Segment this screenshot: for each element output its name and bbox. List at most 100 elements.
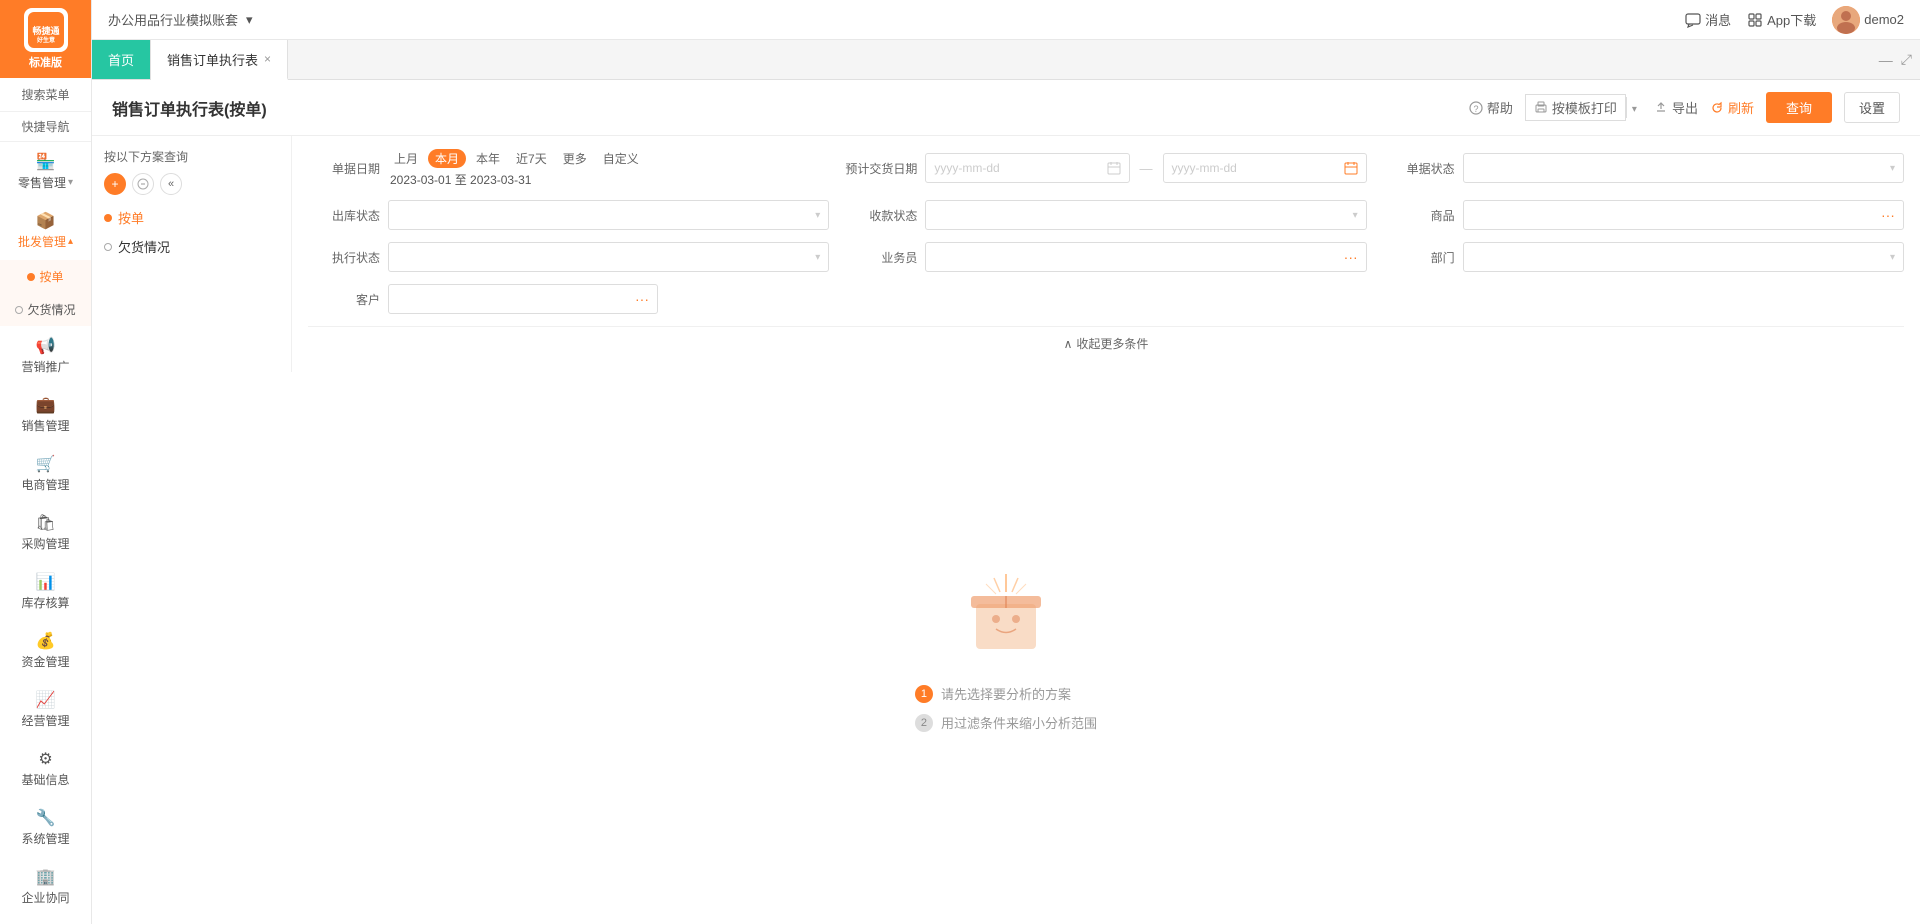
sidebar-logo[interactable]: 畅捷通 好生意 标准版 xyxy=(0,0,91,78)
sidebar-item-basic[interactable]: ⚙ 基础信息 xyxy=(0,739,91,798)
salesperson-input[interactable]: ··· xyxy=(925,242,1366,272)
field-customer: 客户 ··· xyxy=(308,284,658,314)
customer-input[interactable]: ··· xyxy=(388,284,658,314)
order-status-select[interactable]: ▾ xyxy=(1463,153,1904,183)
sidebar-item-ecommerce-label: 电商管理 xyxy=(21,476,69,493)
breadcrumb-dropdown-icon[interactable]: ▾ xyxy=(246,12,253,28)
date-start-placeholder: yyyy-mm-dd xyxy=(934,161,999,175)
calendar-end-icon xyxy=(1344,161,1358,175)
step-1-text: 请先选择要分析的方案 xyxy=(941,684,1071,703)
tab-home[interactable]: 首页 xyxy=(92,40,151,79)
topbar-left: 办公用品行业模拟账套 ▾ xyxy=(108,10,253,29)
expected-date-start-input[interactable]: yyyy-mm-dd xyxy=(925,153,1129,183)
sidebar-item-marketing[interactable]: 📢 营销推广 xyxy=(0,326,91,385)
sidebar-item-enterprise[interactable]: 🏢 企业协同 xyxy=(0,857,91,916)
help-label: 帮助 xyxy=(1487,98,1513,117)
payment-status-select[interactable]: ▾ xyxy=(925,200,1366,230)
delivery-status-select[interactable]: ▾ xyxy=(388,200,829,230)
empty-illustration xyxy=(956,564,1056,664)
sidebar-item-newbie[interactable]: 🎯 新手引导 xyxy=(0,916,91,924)
sidebar-item-purchase[interactable]: 🛍 采购管理 xyxy=(0,503,91,562)
sidebar-item-business[interactable]: 📈 经营管理 xyxy=(0,680,91,739)
sidebar-item-retail[interactable]: 🏪 零售管理 ▾ xyxy=(0,142,91,201)
sidebar-item-wholesale-label: 批发管理 xyxy=(18,233,66,250)
tab-close-icon[interactable]: × xyxy=(264,52,271,66)
expected-date-end-input[interactable]: yyyy-mm-dd xyxy=(1163,153,1367,183)
step-1-num: 1 xyxy=(915,685,933,703)
date-this-year-btn[interactable]: 本年 xyxy=(470,148,506,169)
sidebar-search-btn[interactable]: 搜索菜单 xyxy=(0,78,91,112)
date-this-month-btn[interactable]: 本月 xyxy=(428,149,466,168)
help-icon: ? xyxy=(1469,101,1483,115)
customer-label: 客户 xyxy=(308,291,380,308)
filter-row-4: 客户 ··· xyxy=(308,284,1904,314)
sidebar-item-finance[interactable]: 💰 资金管理 xyxy=(0,621,91,680)
date-more-btn[interactable]: 更多 xyxy=(557,148,593,169)
sidebar-item-enterprise-label: 企业协同 xyxy=(21,889,69,906)
date-prev-month-btn[interactable]: 上月 xyxy=(388,148,424,169)
add-scheme-btn[interactable]: + xyxy=(104,173,126,195)
refresh-icon xyxy=(1710,101,1724,115)
sidebar-sub-item-debt[interactable]: 欠货情况 xyxy=(0,293,91,326)
app-download-label: App下载 xyxy=(1767,10,1816,29)
help-btn[interactable]: ? 帮助 xyxy=(1469,98,1513,117)
department-select[interactable]: ▾ xyxy=(1463,242,1904,272)
wholesale-chevron-icon: ▴ xyxy=(68,236,73,247)
filter-scheme-title: 按以下方案查询 xyxy=(104,148,279,165)
add-icon: + xyxy=(111,177,118,191)
tab-sales-order-label: 销售订单执行表 xyxy=(167,50,258,69)
scheme-item-debt[interactable]: 欠货情况 xyxy=(104,232,279,261)
tab-actions: — ⤢ xyxy=(1871,40,1920,79)
export-btn[interactable]: 导出 xyxy=(1654,98,1698,117)
step-2-num: 2 xyxy=(915,714,933,732)
avatar xyxy=(1832,6,1860,34)
goods-dots-icon[interactable]: ··· xyxy=(1881,207,1895,223)
print-btn-group: 按模板打印 ▾ xyxy=(1525,94,1642,121)
svg-text:好生意: 好生意 xyxy=(35,36,54,44)
scheme-item-order[interactable]: 按单 xyxy=(104,203,279,232)
sidebar-item-ecommerce[interactable]: 🛒 电商管理 xyxy=(0,444,91,503)
svg-text:畅捷通: 畅捷通 xyxy=(32,25,59,36)
query-btn[interactable]: 查询 xyxy=(1766,92,1832,123)
date-custom-btn[interactable]: 自定义 xyxy=(597,148,645,169)
tab-minimize-icon[interactable]: — xyxy=(1879,52,1893,68)
exec-status-select[interactable]: ▾ xyxy=(388,242,829,272)
date-quick-btns: 上月 本月 本年 近7天 更多 自定义 xyxy=(388,148,829,169)
app-download-btn[interactable]: App下载 xyxy=(1747,10,1816,29)
field-goods: 商品 ··· xyxy=(1383,200,1904,230)
salesperson-dots-icon[interactable]: ··· xyxy=(1344,249,1358,265)
sidebar-item-sales[interactable]: 💼 销售管理 xyxy=(0,385,91,444)
sidebar-quicknav-btn[interactable]: 快捷导航 xyxy=(0,112,91,142)
sidebar-item-purchase-label: 采购管理 xyxy=(21,535,69,552)
collapse-scheme-btn[interactable]: « xyxy=(160,173,182,195)
sidebar-item-system-label: 系统管理 xyxy=(21,830,69,847)
logo-text: 标准版 xyxy=(29,54,62,70)
exec-status-label: 执行状态 xyxy=(308,249,380,266)
user-profile-btn[interactable]: demo2 xyxy=(1832,6,1904,34)
customer-dots-icon[interactable]: ··· xyxy=(635,291,649,307)
print-btn[interactable]: 按模板打印 xyxy=(1525,94,1626,121)
system-icon: 🔧 xyxy=(36,808,56,828)
payment-chevron-icon: ▾ xyxy=(1353,210,1358,221)
tab-sales-order[interactable]: 销售订单执行表 × xyxy=(151,40,288,80)
collapse-conditions-btn[interactable]: ∧ 收起更多条件 xyxy=(308,326,1904,360)
edit-scheme-btn[interactable] xyxy=(132,173,154,195)
date-7days-btn[interactable]: 近7天 xyxy=(510,148,553,169)
sidebar-item-sales-label: 销售管理 xyxy=(21,417,69,434)
message-btn[interactable]: 消息 xyxy=(1685,10,1731,29)
refresh-btn[interactable]: 刷新 xyxy=(1710,98,1754,117)
settings-btn[interactable]: 设置 xyxy=(1844,92,1900,123)
sidebar-quicknav-label: 快捷导航 xyxy=(21,120,69,134)
scheme-actions: + « xyxy=(104,173,279,195)
field-expected-date: 预计交货日期 yyyy-mm-dd — xyxy=(845,153,1366,183)
print-dropdown-btn[interactable]: ▾ xyxy=(1626,97,1642,118)
sidebar-item-inventory[interactable]: 📊 库存核算 xyxy=(0,562,91,621)
sidebar-search-label: 搜索菜单 xyxy=(21,88,69,102)
breadcrumb-text: 办公用品行业模拟账套 xyxy=(108,10,238,29)
field-exec-status: 执行状态 ▾ xyxy=(308,242,829,272)
tab-maximize-icon[interactable]: ⤢ xyxy=(1901,51,1912,68)
goods-input[interactable]: ··· xyxy=(1463,200,1904,230)
sidebar-item-wholesale[interactable]: 📦 批发管理 ▴ xyxy=(0,201,91,260)
sidebar-item-system[interactable]: 🔧 系统管理 xyxy=(0,798,91,857)
sidebar-sub-item-order[interactable]: 按单 xyxy=(0,260,91,293)
